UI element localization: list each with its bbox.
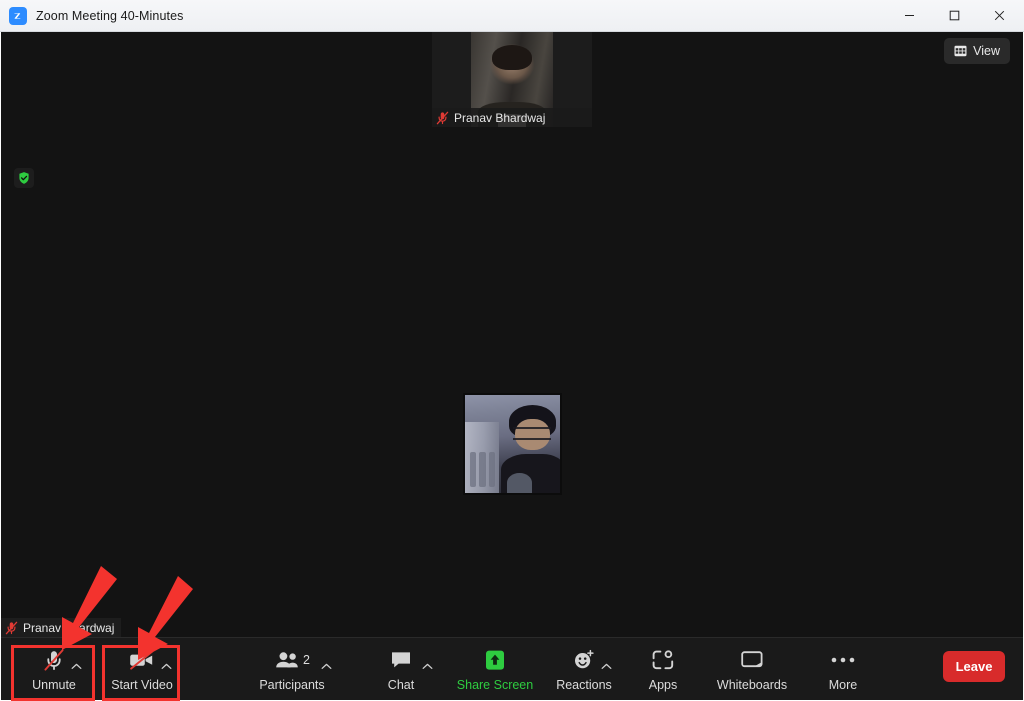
chat-label: Chat (387, 678, 415, 692)
self-view-name-tag: Pranav Bhardwaj (1, 618, 122, 637)
meeting-stage: View Pranav Bhardwaj Pranav Bhardwaj Unm… (1, 32, 1023, 700)
microphone-muted-icon (43, 647, 82, 673)
view-button-label: View (973, 44, 1000, 58)
close-icon[interactable] (977, 0, 1022, 31)
ellipsis-icon (830, 647, 856, 673)
microphone-muted-icon (5, 621, 18, 635)
apps-button[interactable]: Apps (633, 641, 693, 698)
whiteboard-icon (739, 647, 765, 673)
leave-button[interactable]: Leave (943, 651, 1005, 682)
more-label: More (828, 678, 858, 692)
filmstrip-tile[interactable]: Pranav Bhardwaj (432, 32, 592, 127)
meeting-toolbar: Unmute Start Video 2 Participants Chat S… (1, 637, 1023, 700)
whiteboards-button[interactable]: Whiteboards (705, 641, 799, 698)
start-video-button[interactable]: Start Video (103, 641, 181, 698)
whiteboards-label: Whiteboards (716, 678, 788, 692)
participants-button[interactable]: 2 Participants (250, 641, 334, 698)
chevron-up-icon[interactable] (321, 663, 332, 670)
apps-icon (651, 647, 675, 673)
participants-icon: 2 (274, 647, 332, 673)
shield-check-icon[interactable] (14, 168, 34, 188)
more-button[interactable]: More (813, 641, 873, 698)
chevron-up-icon[interactable] (422, 663, 433, 670)
chat-bubble-icon (389, 647, 433, 673)
unmute-button[interactable]: Unmute (12, 641, 96, 698)
participants-count: 2 (303, 652, 310, 667)
microphone-muted-icon (436, 111, 449, 125)
participant-name-bar: Pranav Bhardwaj (432, 108, 592, 127)
participant-name: Pranav Bhardwaj (454, 110, 546, 125)
participants-label: Participants (259, 678, 325, 692)
title-bar: Zoom Meeting 40-Minutes (0, 0, 1024, 32)
chevron-up-icon[interactable] (71, 663, 82, 670)
reactions-button[interactable]: Reactions (547, 641, 621, 698)
chevron-up-icon[interactable] (601, 663, 612, 670)
share-screen-label: Share Screen (456, 678, 534, 692)
spotlight-tile[interactable] (463, 393, 562, 495)
window-title: Zoom Meeting 40-Minutes (36, 8, 184, 23)
start-video-label: Start Video (111, 678, 173, 692)
chevron-up-icon[interactable] (161, 663, 172, 670)
unmute-label: Unmute (32, 678, 76, 692)
zoom-logo-icon (9, 6, 27, 25)
self-view-name: Pranav Bhardwaj (23, 620, 115, 635)
reactions-label: Reactions (556, 678, 612, 692)
apps-label: Apps (648, 678, 678, 692)
view-button[interactable]: View (944, 38, 1010, 64)
zoom-meeting-window: Zoom Meeting 40-Minutes View Pranav Bhar… (0, 0, 1024, 701)
share-screen-icon (482, 647, 508, 673)
minimize-icon[interactable] (887, 0, 932, 31)
grid-view-icon (954, 45, 967, 57)
maximize-icon[interactable] (932, 0, 977, 31)
video-camera-off-icon (128, 647, 172, 673)
smiley-plus-icon (572, 647, 612, 673)
participant-avatar (465, 395, 560, 493)
share-screen-button[interactable]: Share Screen (452, 641, 538, 698)
chat-button[interactable]: Chat (371, 641, 433, 698)
window-controls (887, 0, 1022, 31)
